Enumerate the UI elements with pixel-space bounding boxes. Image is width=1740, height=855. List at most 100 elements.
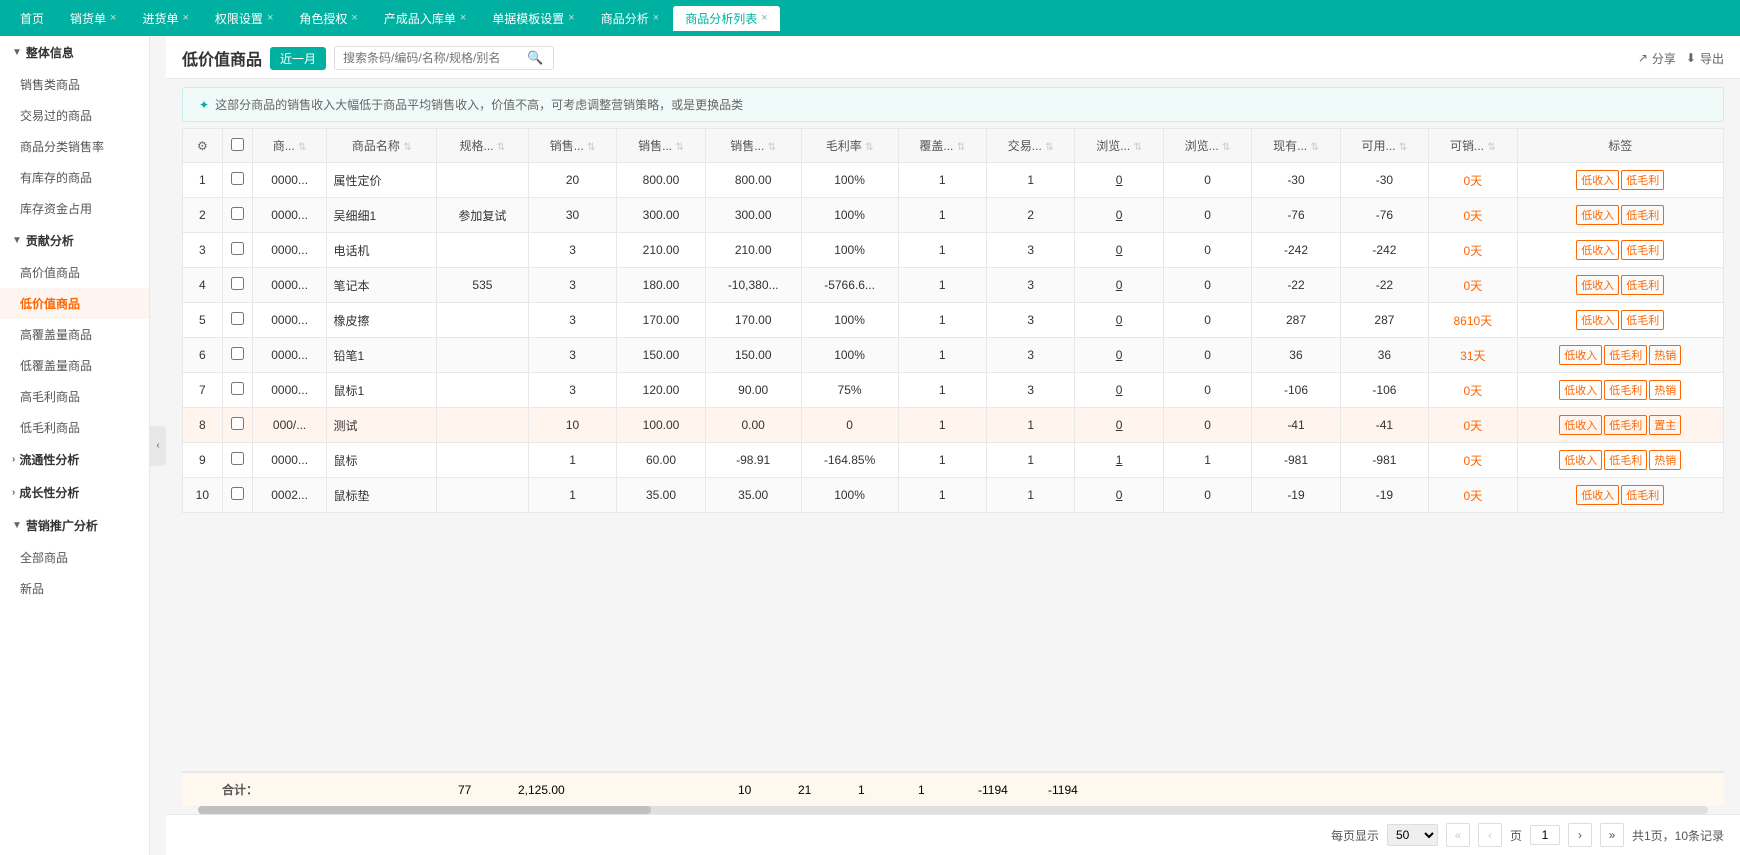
cell-views1[interactable]: 0 — [1075, 478, 1163, 513]
col-sales-amount[interactable]: 销售... ⇅ — [705, 129, 801, 163]
cell-views1[interactable]: 0 — [1075, 233, 1163, 268]
nav-sales-order[interactable]: 销货单 × — [58, 6, 128, 31]
col-views2[interactable]: 浏览... ⇅ — [1163, 129, 1251, 163]
cell-checkbox[interactable] — [222, 408, 252, 443]
cell-views1[interactable]: 0 — [1075, 408, 1163, 443]
sidebar-item-high-coverage[interactable]: 高覆盖量商品 — [0, 319, 149, 350]
col-sales-price[interactable]: 销售... ⇅ — [617, 129, 705, 163]
row-checkbox[interactable] — [231, 207, 244, 220]
views-link[interactable]: 0 — [1116, 313, 1123, 327]
nav-close-icon[interactable]: × — [351, 12, 357, 24]
sidebar-item-low-margin[interactable]: 低毛利商品 — [0, 412, 149, 443]
nav-close-icon[interactable]: × — [761, 12, 767, 24]
row-checkbox[interactable] — [231, 487, 244, 500]
nav-close-icon[interactable]: × — [568, 12, 574, 24]
nav-product-analysis-list[interactable]: 商品分析列表 × — [673, 6, 779, 31]
nav-permission-settings[interactable]: 权限设置 × — [203, 6, 285, 31]
cell-checkbox[interactable] — [222, 478, 252, 513]
sidebar-item-high-value[interactable]: 高价值商品 — [0, 257, 149, 288]
nav-purchase-order[interactable]: 进货单 × — [130, 6, 200, 31]
cell-views1[interactable]: 0 — [1075, 338, 1163, 373]
sidebar-group-growth[interactable]: › 成长性分析 — [0, 476, 149, 509]
col-saleable[interactable]: 可销... ⇅ — [1429, 129, 1517, 163]
row-checkbox[interactable] — [231, 452, 244, 465]
prev-page-button[interactable]: ‹ — [1478, 823, 1502, 847]
nav-close-icon[interactable]: × — [182, 12, 188, 24]
cell-checkbox[interactable] — [222, 303, 252, 338]
row-checkbox[interactable] — [231, 277, 244, 290]
nav-product-analysis[interactable]: 商品分析 × — [589, 6, 671, 31]
views-link[interactable]: 0 — [1116, 383, 1123, 397]
views-link[interactable]: 0 — [1116, 418, 1123, 432]
search-icon[interactable]: 🔍 — [527, 50, 543, 66]
nav-role-auth[interactable]: 角色授权 × — [287, 6, 369, 31]
sidebar-group-liquidity[interactable]: › 流通性分析 — [0, 443, 149, 476]
row-checkbox[interactable] — [231, 172, 244, 185]
views-link[interactable]: 0 — [1116, 243, 1123, 257]
sidebar-item-traded-products[interactable]: 交易过的商品 — [0, 100, 149, 131]
col-gear[interactable]: ⚙ — [183, 129, 223, 163]
cell-checkbox[interactable] — [222, 233, 252, 268]
last-page-button[interactable]: » — [1600, 823, 1624, 847]
sidebar-group-contribution[interactable]: ▼ 贡献分析 — [0, 224, 149, 257]
sidebar-item-sales-products[interactable]: 销售类商品 — [0, 69, 149, 100]
row-checkbox[interactable] — [231, 417, 244, 430]
col-tags[interactable]: 标签 — [1517, 129, 1723, 163]
nav-template-settings[interactable]: 单据模板设置 × — [480, 6, 586, 31]
cell-views1[interactable]: 0 — [1075, 268, 1163, 303]
sidebar-item-stocked-products[interactable]: 有库存的商品 — [0, 162, 149, 193]
col-code[interactable]: 商... ⇅ — [252, 129, 327, 163]
first-page-button[interactable]: « — [1446, 823, 1470, 847]
row-checkbox[interactable] — [231, 312, 244, 325]
search-input[interactable] — [343, 51, 523, 65]
next-page-button[interactable]: › — [1568, 823, 1592, 847]
col-current-stock[interactable]: 现有... ⇅ — [1252, 129, 1340, 163]
export-button[interactable]: ⬇ 导出 — [1686, 50, 1724, 67]
sidebar-item-all-products[interactable]: 全部商品 — [0, 542, 149, 573]
cell-views1[interactable]: 0 — [1075, 198, 1163, 233]
nav-close-icon[interactable]: × — [653, 12, 659, 24]
sidebar-item-high-margin[interactable]: 高毛利商品 — [0, 381, 149, 412]
sidebar-item-category-sales-rate[interactable]: 商品分类销售率 — [0, 131, 149, 162]
cell-checkbox[interactable] — [222, 338, 252, 373]
sidebar-group-overall[interactable]: ▼ 整体信息 — [0, 36, 149, 69]
row-checkbox[interactable] — [231, 347, 244, 360]
nav-close-icon[interactable]: × — [460, 12, 466, 24]
sidebar-group-marketing[interactable]: ▼ 营销推广分析 — [0, 509, 149, 542]
views-link[interactable]: 0 — [1116, 278, 1123, 292]
col-transactions[interactable]: 交易... ⇅ — [986, 129, 1074, 163]
nav-close-icon[interactable]: × — [110, 12, 116, 24]
views-link[interactable]: 0 — [1116, 173, 1123, 187]
row-checkbox[interactable] — [231, 382, 244, 395]
col-available-stock[interactable]: 可用... ⇅ — [1340, 129, 1428, 163]
views-link[interactable]: 0 — [1116, 348, 1123, 362]
cell-checkbox[interactable] — [222, 373, 252, 408]
cell-checkbox[interactable] — [222, 198, 252, 233]
cell-views1[interactable]: 1 — [1075, 443, 1163, 478]
col-spec[interactable]: 规格... ⇅ — [437, 129, 529, 163]
col-views1[interactable]: 浏览... ⇅ — [1075, 129, 1163, 163]
cell-views1[interactable]: 0 — [1075, 373, 1163, 408]
col-coverage[interactable]: 覆盖... ⇅ — [898, 129, 986, 163]
footer-scrollbar[interactable] — [198, 806, 1708, 814]
views-link[interactable]: 0 — [1116, 208, 1123, 222]
sidebar-item-new-products[interactable]: 新品 — [0, 573, 149, 604]
row-checkbox[interactable] — [231, 242, 244, 255]
per-page-select[interactable]: 50 100 200 — [1387, 824, 1438, 846]
sidebar-item-low-value[interactable]: 低价值商品 — [0, 288, 149, 319]
cell-checkbox[interactable] — [222, 163, 252, 198]
col-margin-rate[interactable]: 毛利率 ⇅ — [801, 129, 898, 163]
nav-home[interactable]: 首页 — [8, 6, 56, 31]
cell-views1[interactable]: 0 — [1075, 163, 1163, 198]
share-button[interactable]: ↗ 分享 — [1638, 50, 1676, 67]
sidebar-item-low-coverage[interactable]: 低覆盖量商品 — [0, 350, 149, 381]
nav-product-inbound[interactable]: 产成品入库单 × — [372, 6, 478, 31]
sidebar-item-inventory-capital[interactable]: 库存资金占用 — [0, 193, 149, 224]
col-name[interactable]: 商品名称 ⇅ — [327, 129, 437, 163]
col-sales-qty[interactable]: 销售... ⇅ — [528, 129, 616, 163]
col-checkbox[interactable] — [222, 129, 252, 163]
cell-checkbox[interactable] — [222, 268, 252, 303]
cell-views1[interactable]: 0 — [1075, 303, 1163, 338]
views-link[interactable]: 0 — [1116, 488, 1123, 502]
nav-close-icon[interactable]: × — [267, 12, 273, 24]
